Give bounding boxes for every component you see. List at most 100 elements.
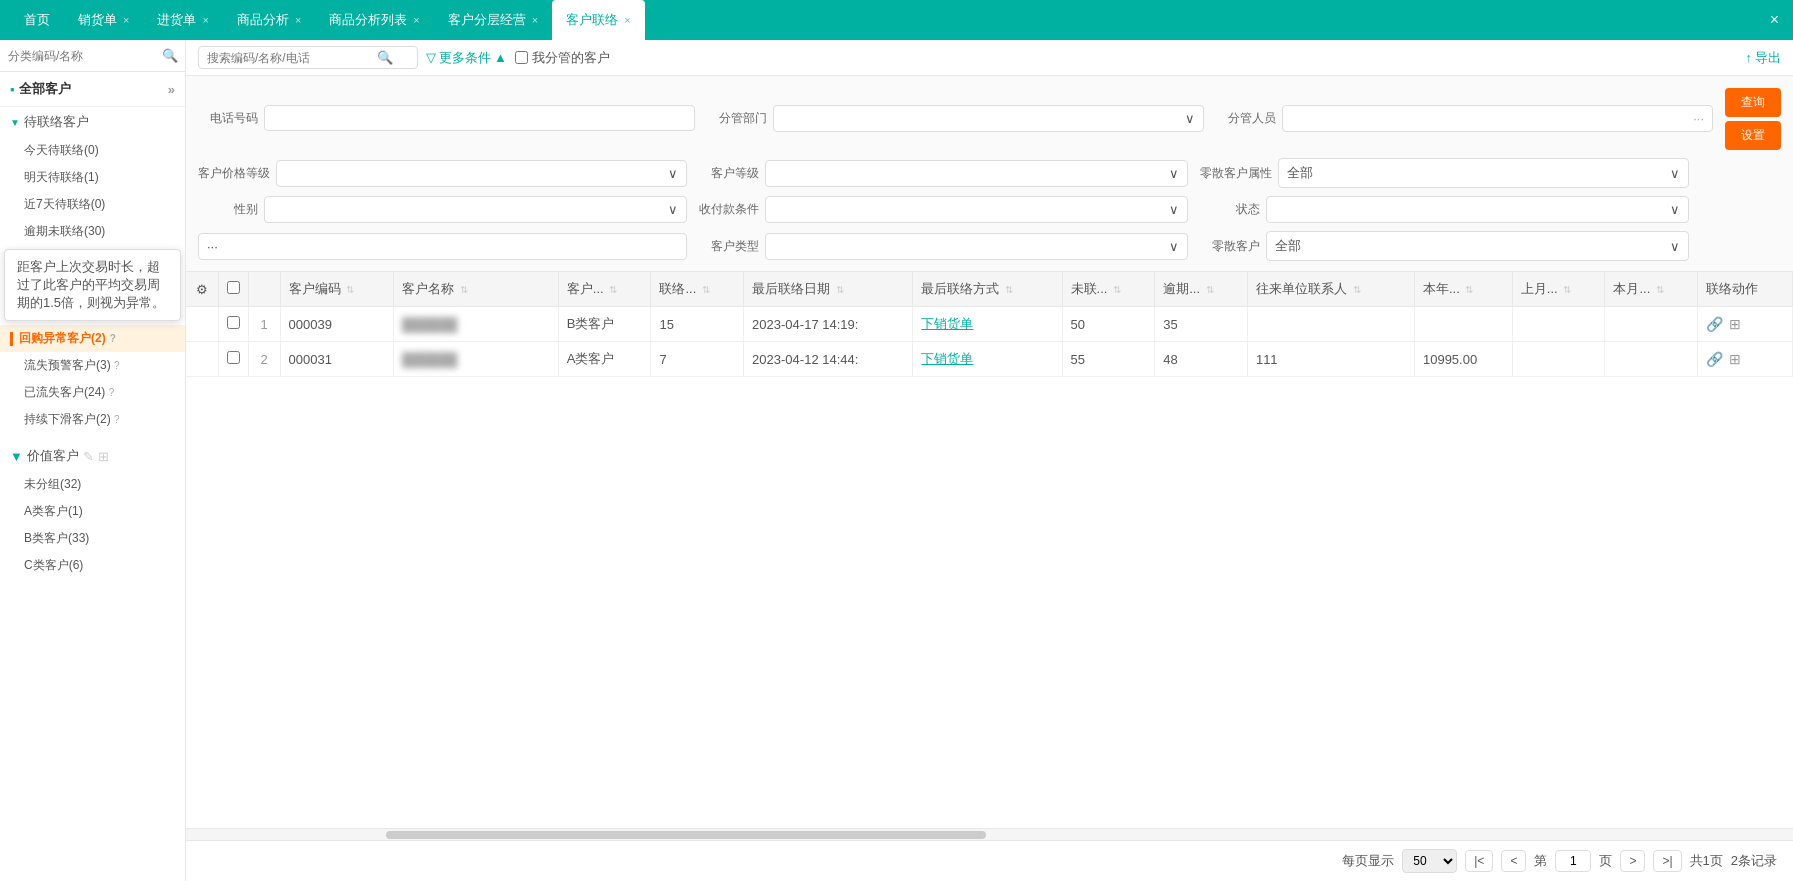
tree-item-today[interactable]: 今天待联络(0) (0, 137, 185, 164)
dept-chevron-icon: ∨ (1185, 111, 1195, 126)
tree-item-7days[interactable]: 近7天待联络(0) (0, 191, 185, 218)
first-page-button[interactable]: |< (1465, 850, 1493, 872)
close-all-button[interactable]: × (1770, 11, 1779, 29)
last-page-button[interactable]: >| (1653, 850, 1681, 872)
more-conditions-button[interactable]: ▽ 更多条件 ▲ (426, 49, 507, 67)
sort-last-month-icon: ⇅ (1563, 284, 1571, 295)
close-goods-analysis-icon[interactable]: × (295, 14, 301, 26)
table-contact-col[interactable]: 联络... ⇅ (651, 272, 744, 307)
more-select[interactable]: ··· (198, 233, 687, 260)
manager-dots-icon: ··· (1693, 111, 1704, 126)
scrollbar-thumb[interactable] (386, 831, 986, 839)
phone-input[interactable] (264, 105, 695, 131)
close-customer-contact-icon[interactable]: × (624, 14, 630, 26)
close-sales-icon[interactable]: × (123, 14, 129, 26)
table-overdue-col[interactable]: 逾期... ⇅ (1155, 272, 1248, 307)
payment-select[interactable]: ∨ (765, 196, 1188, 223)
advanced-filter-section: 电话号码 分管部门 ∨ 分管人员 ··· 查询 设置 (186, 76, 1793, 272)
retail-customer-select[interactable]: 全部 ∨ (1266, 231, 1689, 261)
close-goods-list-icon[interactable]: × (413, 14, 419, 26)
payment-chevron-icon: ∨ (1169, 202, 1179, 217)
sidebar-collapse-icon[interactable]: » (168, 82, 175, 97)
table-settings-col[interactable]: ⚙ (186, 272, 218, 307)
tree-item-tomorrow[interactable]: 明天待联络(1) (0, 164, 185, 191)
table-last-method-col[interactable]: 最后联络方式 ⇅ (913, 272, 1062, 307)
row2-overdue: 48 (1155, 342, 1248, 377)
row2-contact: 7 (651, 342, 744, 377)
price-level-select[interactable]: ∨ (276, 160, 687, 187)
table-last-date-col[interactable]: 最后联络日期 ⇅ (744, 272, 913, 307)
row2-unit-contact: 111 (1247, 342, 1414, 377)
row1-checkbox-cell (218, 307, 248, 342)
my-customers-checkbox[interactable] (515, 51, 528, 64)
customer-type-select[interactable]: ∨ (765, 233, 1188, 260)
dept-select[interactable]: ∨ (773, 105, 1204, 132)
price-level-label: 客户价格等级 (198, 165, 270, 182)
nav-item-customer-segment[interactable]: 客户分层经营 × (434, 0, 552, 40)
sidebar-search-icon[interactable]: 🔍 (162, 48, 178, 63)
row2-grid-icon[interactable]: ⊞ (1729, 351, 1741, 367)
sort-this-month-icon: ⇅ (1656, 284, 1664, 295)
tree-item-c-class[interactable]: C类客户(6) (0, 552, 185, 579)
table-code-col[interactable]: 客户编码 ⇅ (280, 272, 393, 307)
prev-page-button[interactable]: < (1501, 850, 1526, 872)
row2-checkbox[interactable] (227, 351, 240, 364)
close-customer-segment-icon[interactable]: × (532, 14, 538, 26)
search-input[interactable] (207, 51, 377, 65)
horizontal-scrollbar[interactable] (186, 828, 1793, 840)
table-this-month-col[interactable]: 本月... ⇅ (1605, 272, 1698, 307)
nav-item-customer-contact[interactable]: 客户联络 × (552, 0, 644, 40)
tree-item-b-class[interactable]: B类客户(33) (0, 525, 185, 552)
customer-level-select[interactable]: ∨ (765, 160, 1188, 187)
sidebar-search-input[interactable] (8, 49, 158, 63)
row1-uncontacted: 50 (1062, 307, 1155, 342)
tree-item-abnormal[interactable]: 回购异常客户(2) ? (0, 325, 185, 352)
close-purchase-icon[interactable]: × (202, 14, 208, 26)
nav-item-goods-list[interactable]: 商品分析列表 × (315, 0, 433, 40)
row1-checkbox[interactable] (227, 316, 240, 329)
row2-action: 🔗 ⊞ (1698, 342, 1793, 377)
tree-group-pending-header[interactable]: ▼ 待联络客户 (0, 107, 185, 137)
row1-link-icon[interactable]: 🔗 (1706, 316, 1723, 332)
search-icon[interactable]: 🔍 (377, 50, 393, 65)
tree-item-ungroup[interactable]: 未分组(32) (0, 471, 185, 498)
row2-last-method: 下销货单 (913, 342, 1062, 377)
table-unit-contact-col[interactable]: 往来单位联系人 ⇅ (1247, 272, 1414, 307)
nav-item-goods-analysis[interactable]: 商品分析 × (223, 0, 315, 40)
manager-select[interactable]: ··· (1282, 105, 1713, 132)
page-number-input[interactable] (1555, 850, 1591, 872)
tooltip-box: 距客户上次交易时长，超过了此客户的平均交易周期的1.5倍，则视为异常。 (4, 249, 181, 321)
row1-overdue: 35 (1155, 307, 1248, 342)
value-customers-add-icon[interactable]: ⊞ (98, 449, 109, 464)
row1-grid-icon[interactable]: ⊞ (1729, 316, 1741, 332)
row2-link-icon[interactable]: 🔗 (1706, 351, 1723, 367)
select-all-checkbox[interactable] (227, 281, 240, 294)
tree-item-churned[interactable]: 已流失客户(24) ? (0, 379, 185, 406)
status-select[interactable]: ∨ (1266, 196, 1689, 223)
nav-item-home[interactable]: 首页 (10, 0, 64, 40)
tree-item-churn-warn[interactable]: 流失预警客户(3) ? (0, 352, 185, 379)
table-name-col[interactable]: 客户名称 ⇅ (393, 272, 558, 307)
export-button[interactable]: ↑ 导出 (1746, 49, 1782, 67)
sort-code-icon: ⇅ (346, 284, 354, 295)
table-last-month-col[interactable]: 上月... ⇅ (1512, 272, 1605, 307)
table-uncontacted-col[interactable]: 未联... ⇅ (1062, 272, 1155, 307)
nav-item-sales[interactable]: 销货单 × (64, 0, 143, 40)
per-page-select[interactable]: 50 100 200 (1402, 849, 1457, 873)
status-label: 状态 (1200, 201, 1260, 218)
tree-item-overdue[interactable]: 逾期未联络(30) (0, 218, 185, 245)
query-button[interactable]: 查询 (1725, 88, 1781, 117)
nav-item-purchase[interactable]: 进货单 × (143, 0, 222, 40)
table-row: 2 000031 ██████ A类客户 7 2023-04-12 14:44:… (186, 342, 1793, 377)
value-customers-edit-icon[interactable]: ✎ (83, 449, 94, 464)
table-this-year-col[interactable]: 本年... ⇅ (1414, 272, 1512, 307)
tree-item-declining[interactable]: 持续下滑客户(2) ? (0, 406, 185, 433)
retail-attr-select[interactable]: 全部 ∨ (1278, 158, 1689, 188)
table-level-col[interactable]: 客户... ⇅ (558, 272, 651, 307)
tree-item-a-class[interactable]: A类客户(1) (0, 498, 185, 525)
gender-select[interactable]: ∨ (264, 196, 687, 223)
sort-name-icon: ⇅ (460, 284, 468, 295)
table-row: 1 000039 ██████ B类客户 15 2023-04-17 14:19… (186, 307, 1793, 342)
settings-button[interactable]: 设置 (1725, 121, 1781, 150)
next-page-button[interactable]: > (1620, 850, 1645, 872)
